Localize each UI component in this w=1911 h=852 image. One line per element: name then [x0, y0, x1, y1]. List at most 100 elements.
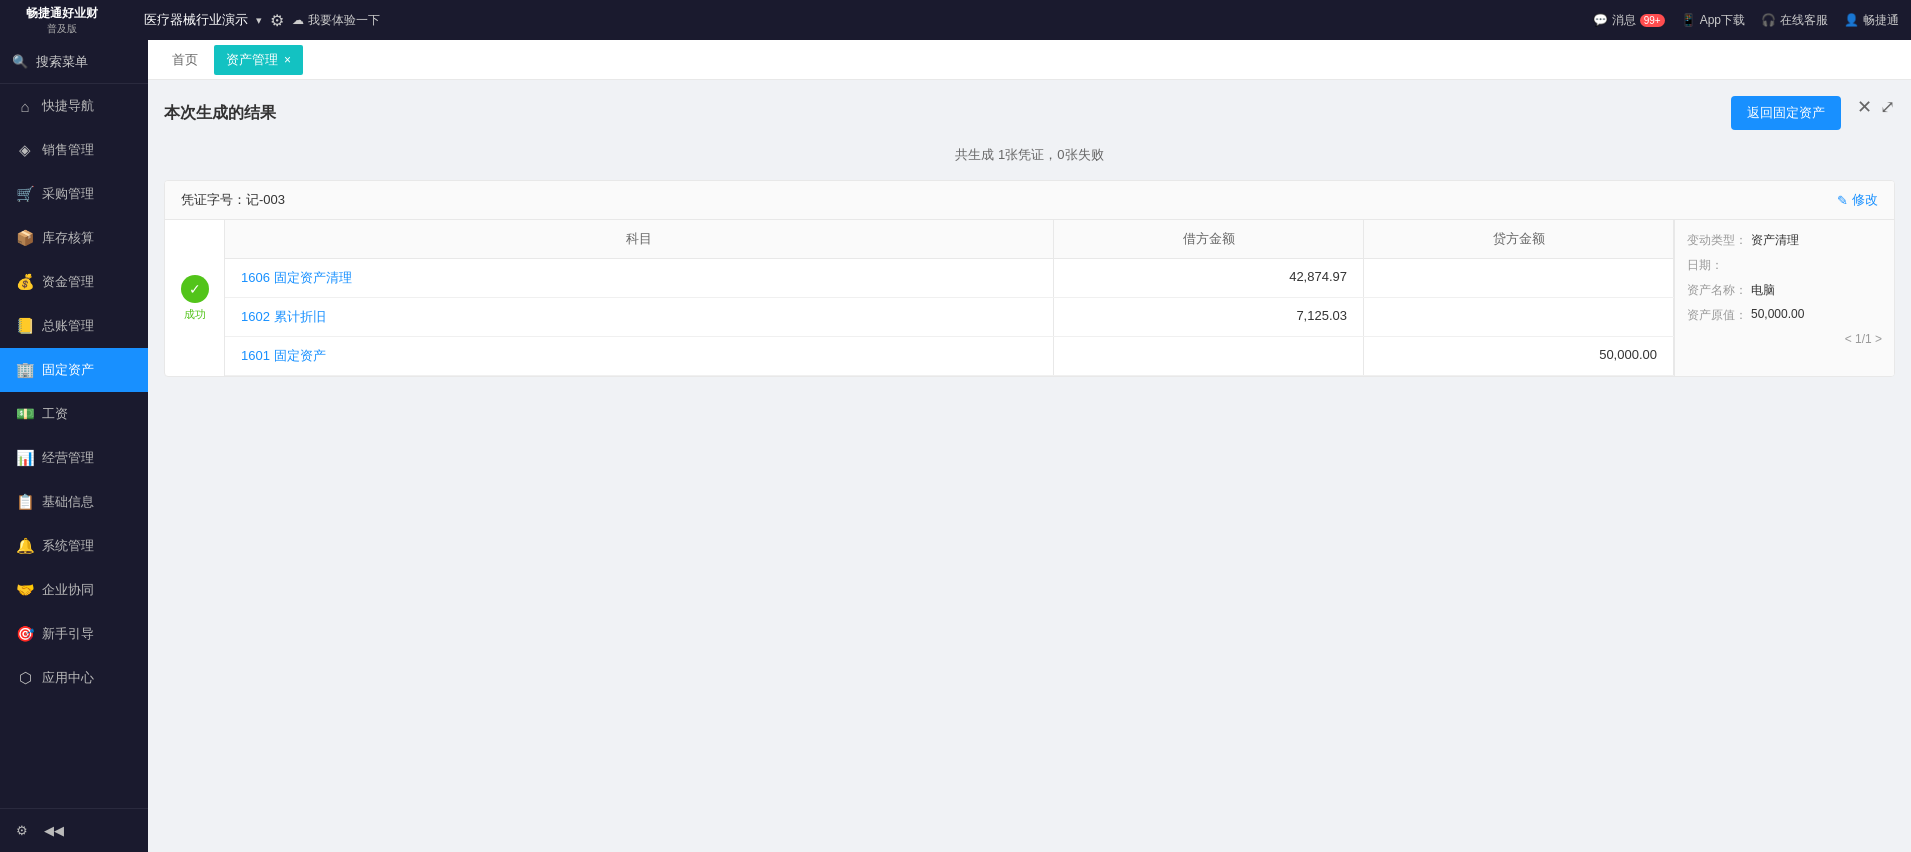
basic-info-icon: 📋: [16, 493, 34, 511]
collapse-button[interactable]: ◀◀: [44, 823, 64, 838]
asset-name-value: 电脑: [1751, 282, 1775, 299]
voucher-number: 凭证字号：记-003: [181, 191, 285, 209]
logo-title: 畅捷通好业财: [26, 5, 98, 22]
message-icon: 💬: [1593, 13, 1608, 27]
cell-subject-3: 1601 固定资产: [225, 337, 1054, 375]
sidebar-nav: ⌂ 快捷导航 ◈ 销售管理 🛒 采购管理 📦 库存核算 💰 资金管理 📒 总: [0, 84, 148, 808]
app-download-button[interactable]: 📱 App下载: [1681, 12, 1745, 29]
sidebar-item-system[interactable]: 🔔 系统管理: [0, 524, 148, 568]
top-header: 畅捷通好业财 普及版 医疗器械行业演示 ▾ ⚙ ☁ 我要体验一下 💬 消息 99…: [0, 0, 1911, 40]
sidebar-item-app-center[interactable]: ⬡ 应用中心: [0, 656, 148, 700]
operations-icon: 📊: [16, 449, 34, 467]
sidebar-item-label: 快捷导航: [42, 97, 94, 115]
online-service-button[interactable]: 🎧 在线客服: [1761, 12, 1828, 29]
app-download-label: App下载: [1700, 12, 1745, 29]
table-row: 1606 固定资产清理 42,874.97: [225, 259, 1674, 298]
edit-icon: ✎: [1837, 193, 1848, 208]
cell-credit-2: [1364, 298, 1674, 336]
search-menu-label: 搜索菜单: [36, 53, 88, 71]
company-name: 医疗器械行业演示: [144, 11, 248, 29]
sidebar-item-label: 新手引导: [42, 625, 94, 643]
messages-badge: 99+: [1640, 14, 1665, 27]
sidebar-item-sales[interactable]: ◈ 销售管理: [0, 128, 148, 172]
sidebar-item-label: 固定资产: [42, 361, 94, 379]
asset-name-label: 资产名称：: [1687, 282, 1747, 299]
table-header: 科目 借方金额 贷方金额: [225, 220, 1674, 259]
header-center: 医疗器械行业演示 ▾ ⚙ ☁ 我要体验一下: [144, 11, 1581, 30]
purchase-icon: 🛒: [16, 185, 34, 203]
user-name: 畅捷通: [1863, 12, 1899, 29]
sidebar-item-label: 资金管理: [42, 273, 94, 291]
header-right: 💬 消息 99+ 📱 App下载 🎧 在线客服 👤 畅捷通: [1593, 12, 1899, 29]
side-info-panel: 变动类型： 资产清理 日期： 资产名称： 电脑 资产原值：: [1674, 220, 1894, 376]
edit-button[interactable]: ✎ 修改: [1837, 191, 1878, 209]
change-type-label: 变动类型：: [1687, 232, 1747, 249]
cell-debit-2: 7,125.03: [1054, 298, 1364, 336]
settings-icon[interactable]: ⚙: [270, 11, 284, 30]
search-menu-button[interactable]: 🔍 搜索菜单: [0, 40, 148, 84]
sidebar-item-purchase[interactable]: 🛒 采购管理: [0, 172, 148, 216]
sidebar-item-operations[interactable]: 📊 经营管理: [0, 436, 148, 480]
inventory-icon: 📦: [16, 229, 34, 247]
ledger-icon: 📒: [16, 317, 34, 335]
tab-home[interactable]: 首页: [160, 45, 210, 75]
main-layout: 🔍 搜索菜单 ⌂ 快捷导航 ◈ 销售管理 🛒 采购管理 📦 库存核算 💰: [0, 40, 1911, 852]
capital-icon: 💰: [16, 273, 34, 291]
fixed-assets-icon: 🏢: [16, 361, 34, 379]
success-text: 成功: [184, 307, 206, 322]
cell-subject-1: 1606 固定资产清理: [225, 259, 1054, 297]
subject-link-1[interactable]: 1606 固定资产清理: [241, 270, 352, 285]
page-title: 本次生成的结果: [164, 103, 276, 124]
cell-credit-3: 50,000.00: [1364, 337, 1674, 375]
search-icon: 🔍: [12, 54, 28, 69]
sidebar-item-ledger[interactable]: 📒 总账管理: [0, 304, 148, 348]
logo-sub: 普及版: [47, 22, 77, 36]
dropdown-icon[interactable]: ▾: [256, 14, 262, 27]
user-menu[interactable]: 👤 畅捷通: [1844, 12, 1899, 29]
sidebar-item-fixed-assets[interactable]: 🏢 固定资产: [0, 348, 148, 392]
side-info-date: 日期：: [1687, 257, 1882, 274]
sidebar-item-basic-info[interactable]: 📋 基础信息: [0, 480, 148, 524]
table-main: 科目 借方金额 贷方金额 1606 固定资产清理 42,874.97: [225, 220, 1674, 376]
table-row: 1601 固定资产 50,000.00: [225, 337, 1674, 376]
subject-link-3[interactable]: 1601 固定资产: [241, 348, 326, 363]
cell-debit-1: 42,874.97: [1054, 259, 1364, 297]
date-label: 日期：: [1687, 257, 1723, 274]
experience-label: 我要体验一下: [308, 12, 380, 29]
side-info-asset-value: 资产原值： 50,000.00: [1687, 307, 1882, 324]
sidebar-item-enterprise[interactable]: 🤝 企业协同: [0, 568, 148, 612]
phone-icon: 📱: [1681, 13, 1696, 27]
cloud-icon: ☁: [292, 13, 304, 27]
cell-credit-1: [1364, 259, 1674, 297]
sidebar-item-payroll[interactable]: 💵 工资: [0, 392, 148, 436]
return-button[interactable]: 返回固定资产: [1731, 96, 1841, 130]
system-icon: 🔔: [16, 537, 34, 555]
sidebar-item-label: 基础信息: [42, 493, 94, 511]
side-info-change-type: 变动类型： 资产清理: [1687, 232, 1882, 249]
app-center-icon: ⬡: [16, 669, 34, 687]
status-column: ✓ 成功: [165, 220, 225, 376]
sidebar-item-quick-nav[interactable]: ⌂ 快捷导航: [0, 84, 148, 128]
sidebar-item-guide[interactable]: 🎯 新手引导: [0, 612, 148, 656]
experience-button[interactable]: ☁ 我要体验一下: [292, 12, 380, 29]
guide-icon: 🎯: [16, 625, 34, 643]
messages-button[interactable]: 💬 消息 99+: [1593, 12, 1665, 29]
subject-link-2[interactable]: 1602 累计折旧: [241, 309, 326, 324]
asset-value-label: 资产原值：: [1687, 307, 1747, 324]
tab-close-icon[interactable]: ×: [284, 53, 291, 67]
home-icon: ⌂: [16, 97, 34, 115]
panel-close-icon[interactable]: ✕: [1857, 96, 1872, 130]
result-summary: 共生成 1张凭证，0张失败: [164, 146, 1895, 164]
settings-bottom-icon[interactable]: ⚙: [16, 823, 28, 838]
edit-label: 修改: [1852, 191, 1878, 209]
sidebar: 🔍 搜索菜单 ⌂ 快捷导航 ◈ 销售管理 🛒 采购管理 📦 库存核算 💰: [0, 40, 148, 852]
panel-expand-icon[interactable]: ⤢: [1880, 96, 1895, 130]
success-icon: ✓: [181, 275, 209, 303]
asset-value-value: 50,000.00: [1751, 307, 1804, 324]
sidebar-item-capital[interactable]: 💰 资金管理: [0, 260, 148, 304]
cell-subject-2: 1602 累计折旧: [225, 298, 1054, 336]
sidebar-item-inventory[interactable]: 📦 库存核算: [0, 216, 148, 260]
side-pagination[interactable]: < 1/1 >: [1687, 332, 1882, 346]
sidebar-item-label: 工资: [42, 405, 68, 423]
tab-asset-management[interactable]: 资产管理 ×: [214, 45, 303, 75]
